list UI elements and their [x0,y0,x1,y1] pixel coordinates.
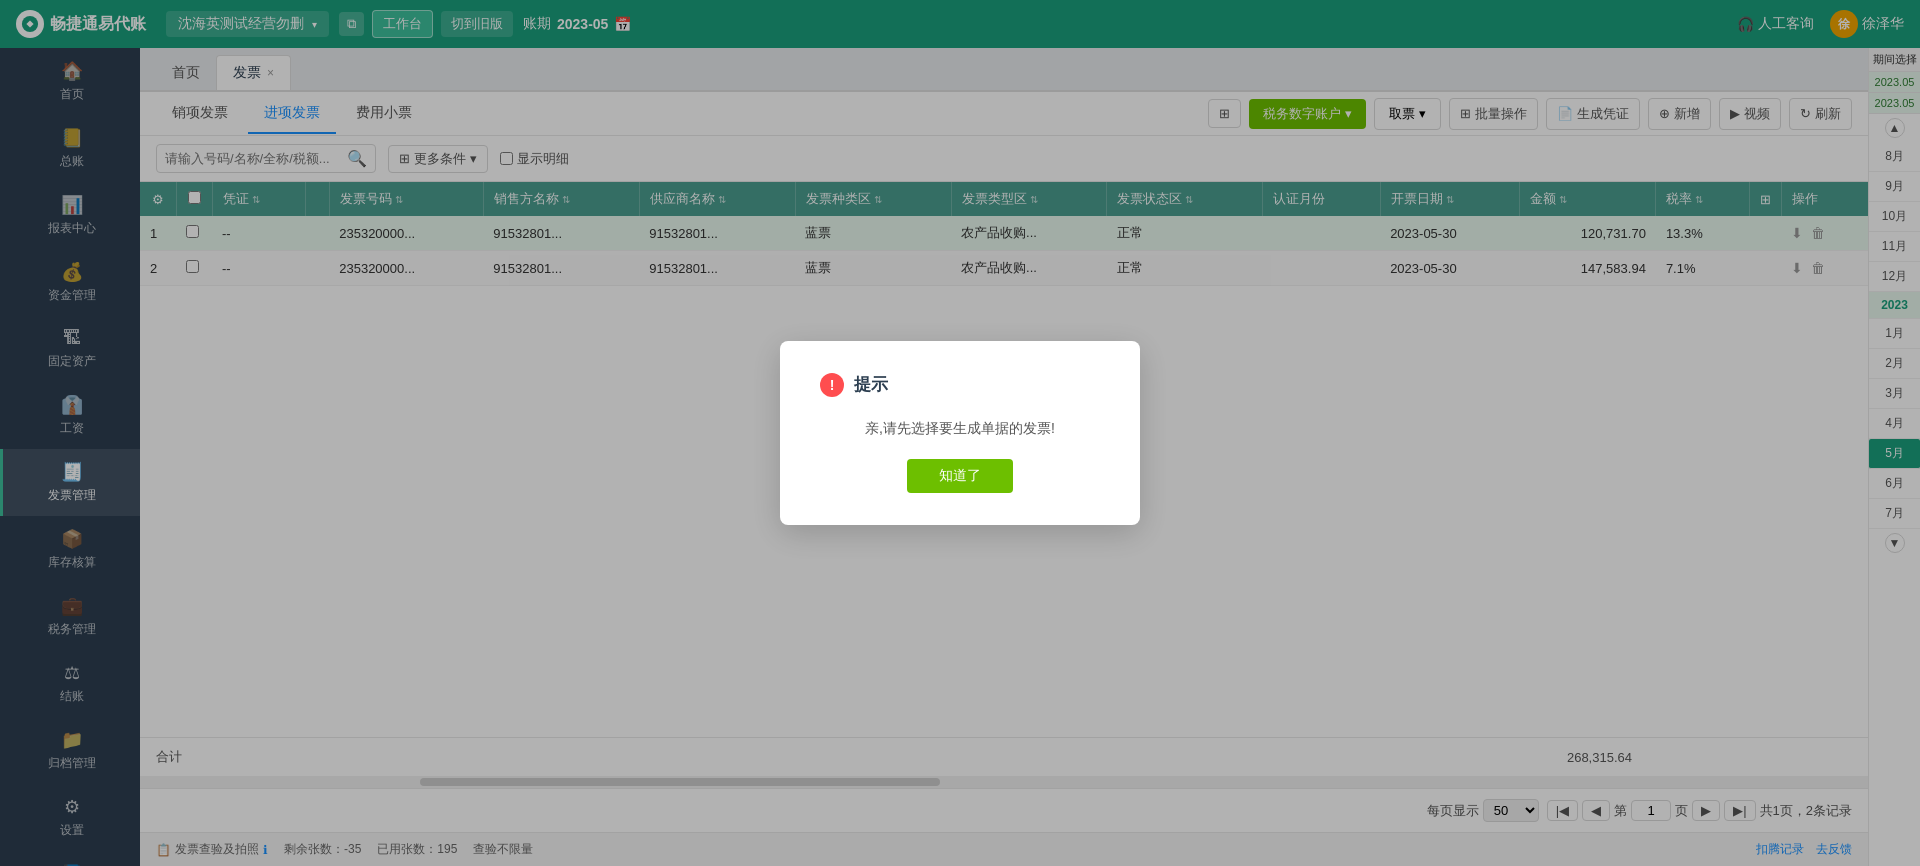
modal-box: ! 提示 亲,请先选择要生成单据的发票! 知道了 [780,341,1140,525]
modal-message: 亲,请先选择要生成单据的发票! [865,417,1055,439]
modal-title: 提示 [854,373,888,396]
modal-overlay: ! 提示 亲,请先选择要生成单据的发票! 知道了 [0,0,1920,866]
modal-warning-icon: ! [820,373,844,397]
modal-title-row: ! 提示 [820,373,888,397]
modal-confirm-button[interactable]: 知道了 [907,459,1013,493]
